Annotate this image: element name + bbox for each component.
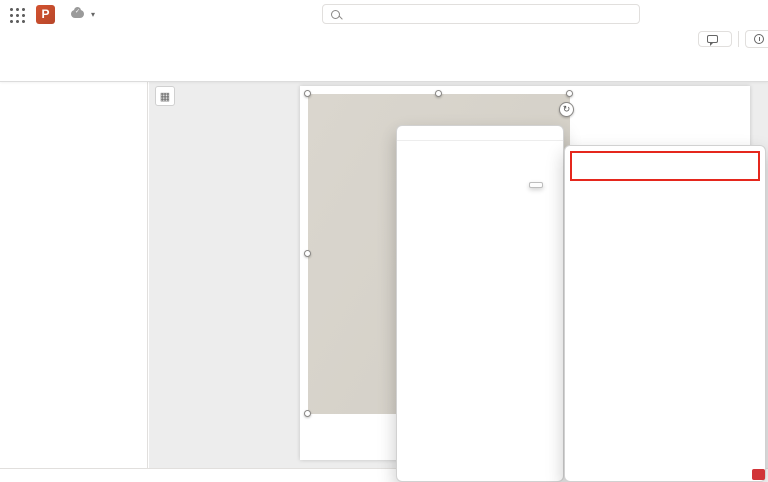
- save-status-icon: [71, 7, 84, 18]
- comments-button[interactable]: [698, 31, 732, 47]
- selection-handle-bottom-left[interactable]: [304, 410, 311, 417]
- comment-icon: [707, 35, 718, 46]
- selection-handle-top-middle[interactable]: [435, 90, 442, 97]
- search-box[interactable]: [322, 4, 640, 24]
- slides-panel: [0, 82, 148, 468]
- canvas-grid-button[interactable]: [155, 86, 175, 106]
- menubar-right: [698, 30, 768, 48]
- search-input[interactable]: [346, 8, 631, 20]
- selection-handle-top-right[interactable]: [566, 90, 573, 97]
- menubar-divider: [738, 31, 739, 47]
- corner-red-icon[interactable]: [752, 469, 765, 480]
- rotate-handle[interactable]: [559, 102, 574, 117]
- context-quick-icons: [397, 126, 563, 141]
- topbar: [0, 0, 768, 28]
- picture-border-submenu: [564, 145, 766, 482]
- context-menu: [396, 125, 564, 482]
- catch-up-button[interactable]: [745, 30, 768, 48]
- selection-handle-top-left[interactable]: [304, 90, 311, 97]
- ribbon: [0, 52, 768, 82]
- catch-up-icon: [754, 34, 764, 44]
- menu-bar: [0, 28, 768, 52]
- app-launcher-icon[interactable]: [7, 5, 25, 23]
- search-icon: [331, 9, 340, 19]
- selection-handle-middle-left[interactable]: [304, 250, 311, 257]
- color-picker-region: [570, 151, 760, 181]
- powerpoint-logo-icon[interactable]: [36, 4, 55, 24]
- color-tooltip: [529, 182, 543, 188]
- chevron-down-icon[interactable]: [91, 10, 95, 19]
- powerpoint-web-app: [0, 0, 768, 482]
